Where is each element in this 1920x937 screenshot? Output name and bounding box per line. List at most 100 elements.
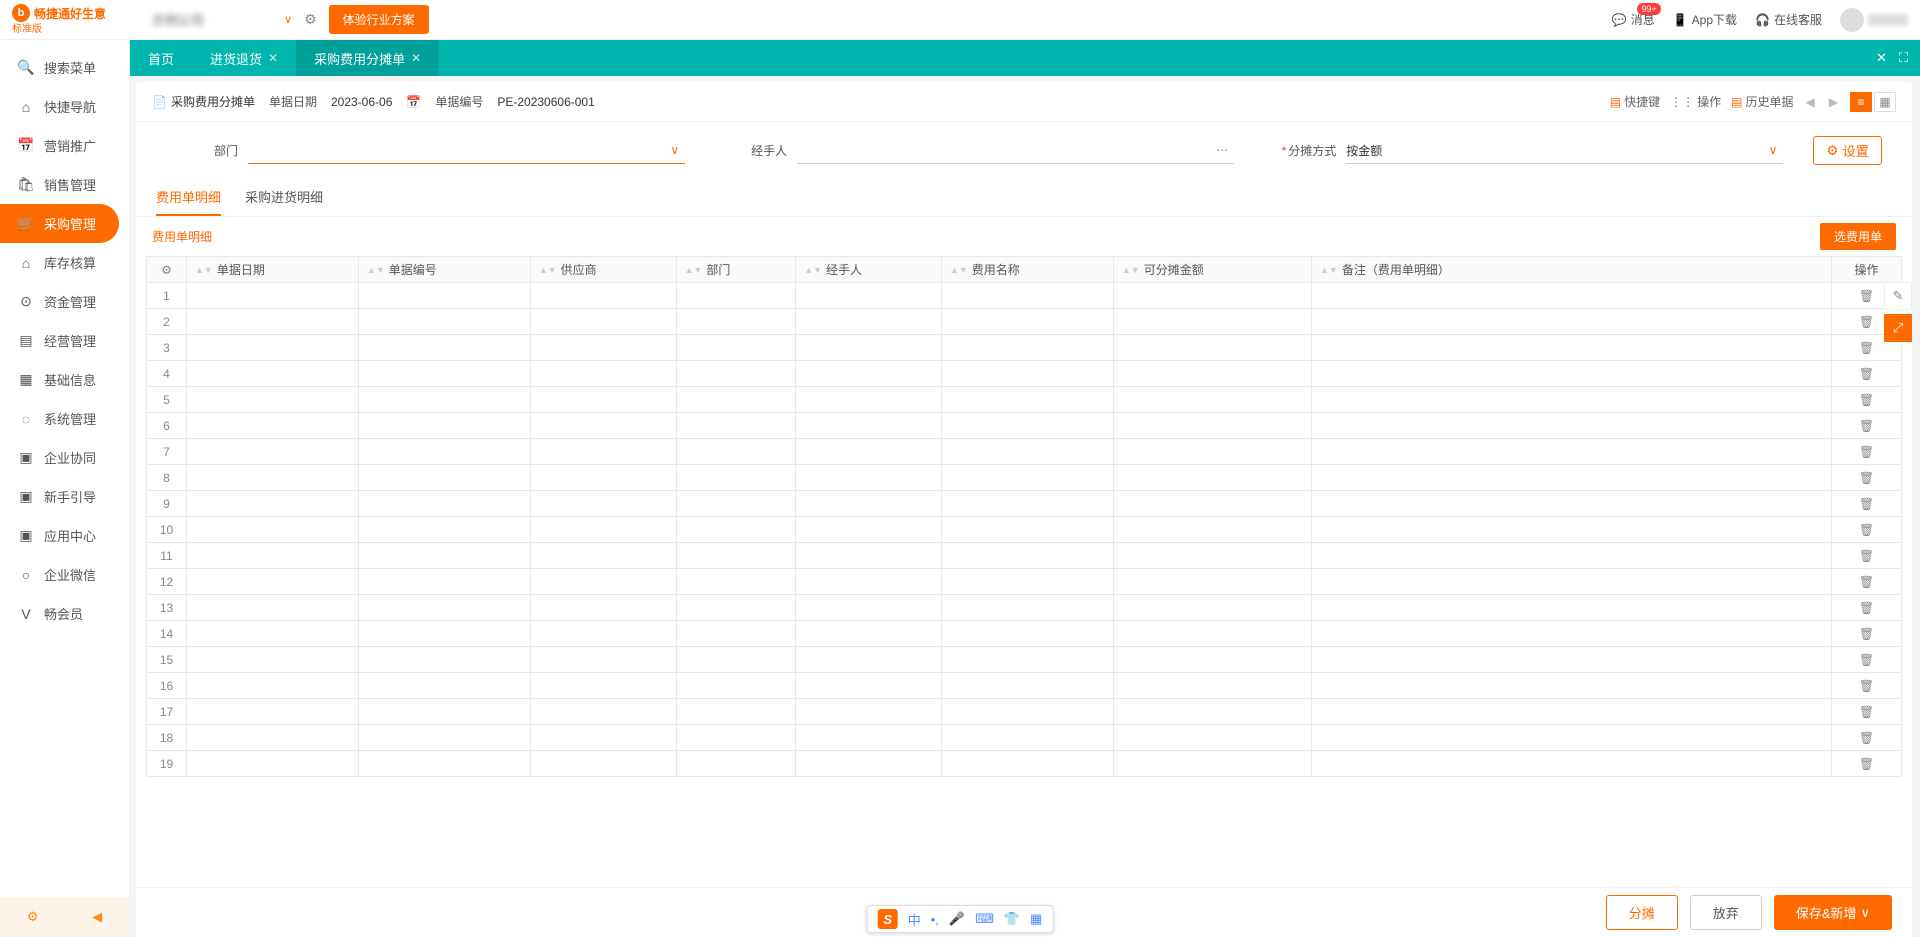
tab-close-all-icon[interactable]: ✕ [1876, 50, 1887, 66]
table-row[interactable]: 2🗑 [147, 309, 1902, 335]
expand-float-icon[interactable]: ⤢ [1884, 314, 1912, 342]
fullscreen-icon[interactable]: ⛶ [1899, 50, 1908, 66]
card-view-icon[interactable]: ▦ [1874, 92, 1896, 112]
shortcut-button[interactable]: ▤快捷键 [1610, 93, 1660, 110]
table-row[interactable]: 12🗑 [147, 569, 1902, 595]
date-value[interactable]: 2023-06-06 [331, 95, 392, 109]
ime-mic-icon[interactable]: 🎤 [949, 911, 965, 927]
sidebar-item-3[interactable]: 🛍销售管理 [0, 165, 129, 204]
col-dept[interactable]: ▲▼部门 [676, 257, 796, 283]
sidebar-item-14[interactable]: V畅会员 [0, 594, 129, 633]
table-row[interactable]: 14🗑 [147, 621, 1902, 647]
table-row[interactable]: 17🗑 [147, 699, 1902, 725]
table-row[interactable]: 19🗑 [147, 751, 1902, 777]
calendar-icon[interactable]: 📅 [406, 95, 421, 109]
table-row[interactable]: 11🗑 [147, 543, 1902, 569]
prev-doc-icon[interactable]: ◀ [1804, 95, 1817, 109]
dept-input[interactable]: ∨ [248, 138, 685, 164]
close-icon[interactable]: ✕ [268, 51, 278, 65]
app-download-button[interactable]: 📱 App下载 [1673, 11, 1737, 28]
settings-button[interactable]: ⚙设置 [1813, 136, 1882, 165]
sidebar-item-10[interactable]: ▣企业协同 [0, 438, 129, 477]
col-feename[interactable]: ▲▼费用名称 [941, 257, 1113, 283]
sidebar-item-0[interactable]: 🔍搜索菜单 [0, 48, 129, 87]
table-row[interactable]: 1🗑 [147, 283, 1902, 309]
sidebar-item-13[interactable]: ○企业微信 [0, 555, 129, 594]
table-row[interactable]: 10🗑 [147, 517, 1902, 543]
table-row[interactable]: 13🗑 [147, 595, 1902, 621]
ime-lang[interactable]: 中 [908, 910, 921, 929]
discard-button[interactable]: 放弃 [1690, 895, 1762, 930]
table-row[interactable]: 7🗑 [147, 439, 1902, 465]
col-no[interactable]: ▲▼单据编号 [358, 257, 530, 283]
sidebar-item-11[interactable]: ▣新手引导 [0, 477, 129, 516]
allocate-button[interactable]: 分摊 [1606, 895, 1678, 930]
delete-icon[interactable]: 🗑 [1859, 289, 1874, 303]
delete-icon[interactable]: 🗑 [1859, 549, 1874, 563]
tab-1[interactable]: 进货退货✕ [192, 40, 296, 76]
sidebar-item-4[interactable]: 🛒采购管理 [0, 204, 119, 243]
col-remark[interactable]: ▲▼备注（费用单明细） [1312, 257, 1832, 283]
chevron-down-icon[interactable]: ∨ [284, 13, 292, 26]
table-row[interactable]: 15🗑 [147, 647, 1902, 673]
delete-icon[interactable]: 🗑 [1859, 653, 1874, 667]
delete-icon[interactable]: 🗑 [1859, 393, 1874, 407]
sidebar-item-12[interactable]: ▣应用中心 [0, 516, 129, 555]
table-row[interactable]: 3🗑 [147, 335, 1902, 361]
table-row[interactable]: 16🗑 [147, 673, 1902, 699]
collapse-icon[interactable]: ◀ [92, 909, 102, 925]
col-supplier[interactable]: ▲▼供应商 [530, 257, 676, 283]
delete-icon[interactable]: 🗑 [1859, 575, 1874, 589]
sidebar-item-9[interactable]: ◌系统管理 [0, 399, 129, 438]
user-menu[interactable] [1840, 8, 1908, 32]
delete-icon[interactable]: 🗑 [1859, 445, 1874, 459]
col-date[interactable]: ▲▼单据日期 [187, 257, 359, 283]
delete-icon[interactable]: 🗑 [1859, 627, 1874, 641]
ime-keyboard-icon[interactable]: ⌨ [975, 911, 994, 927]
close-icon[interactable]: ✕ [411, 51, 421, 65]
settings-icon[interactable]: ⚙ [27, 909, 39, 925]
sidebar-item-8[interactable]: ▦基础信息 [0, 360, 129, 399]
ime-bar[interactable]: S 中 •, 🎤 ⌨ 👕 ▦ [867, 905, 1054, 933]
messages-button[interactable]: 💬 消息 99+ [1612, 11, 1655, 28]
delete-icon[interactable]: 🗑 [1859, 731, 1874, 745]
select-fee-button[interactable]: 选费用单 [1820, 223, 1896, 250]
gear-icon[interactable]: ⚙ [304, 11, 317, 28]
handler-input[interactable]: ⋯ [797, 138, 1234, 164]
tab-0[interactable]: 首页 [130, 40, 192, 76]
delete-icon[interactable]: 🗑 [1859, 757, 1874, 771]
edit-float-icon[interactable]: ✎ [1884, 282, 1912, 310]
next-doc-icon[interactable]: ▶ [1827, 95, 1840, 109]
col-allocatable[interactable]: ▲▼可分摊金额 [1113, 257, 1311, 283]
table-row[interactable]: 4🗑 [147, 361, 1902, 387]
delete-icon[interactable]: 🗑 [1859, 601, 1874, 615]
sidebar-item-6[interactable]: ⊙资金管理 [0, 282, 129, 321]
tab-fee-detail[interactable]: 费用单明细 [156, 179, 221, 216]
delete-icon[interactable]: 🗑 [1859, 705, 1874, 719]
table-row[interactable]: 8🗑 [147, 465, 1902, 491]
delete-icon[interactable]: 🗑 [1859, 523, 1874, 537]
sidebar-item-5[interactable]: ⌂库存核算 [0, 243, 129, 282]
table-row[interactable]: 9🗑 [147, 491, 1902, 517]
delete-icon[interactable]: 🗑 [1859, 679, 1874, 693]
online-service-button[interactable]: 🎧 在线客服 [1755, 11, 1822, 28]
history-button[interactable]: ▤历史单据 [1731, 93, 1793, 110]
table-row[interactable]: 5🗑 [147, 387, 1902, 413]
table-row[interactable]: 6🗑 [147, 413, 1902, 439]
delete-icon[interactable]: 🗑 [1859, 419, 1874, 433]
operate-button[interactable]: ⋮⋮操作 [1670, 93, 1721, 110]
col-settings[interactable]: ⚙ [147, 257, 187, 283]
sidebar-item-2[interactable]: 📅营销推广 [0, 126, 129, 165]
table-row[interactable]: 18🗑 [147, 725, 1902, 751]
industry-plan-button[interactable]: 体验行业方案 [329, 5, 429, 34]
delete-icon[interactable]: 🗑 [1859, 497, 1874, 511]
delete-icon[interactable]: 🗑 [1859, 367, 1874, 381]
tab-2[interactable]: 采购费用分摊单✕ [296, 40, 439, 76]
delete-icon[interactable]: 🗑 [1859, 315, 1874, 329]
ime-punct-icon[interactable]: •, [931, 912, 939, 927]
tab-procure-detail[interactable]: 采购进货明细 [245, 179, 323, 216]
delete-icon[interactable]: 🗑 [1859, 471, 1874, 485]
sidebar-item-7[interactable]: ▤经营管理 [0, 321, 129, 360]
list-view-icon[interactable]: ≡ [1850, 92, 1872, 112]
sidebar-item-1[interactable]: ⌂快捷导航 [0, 87, 129, 126]
